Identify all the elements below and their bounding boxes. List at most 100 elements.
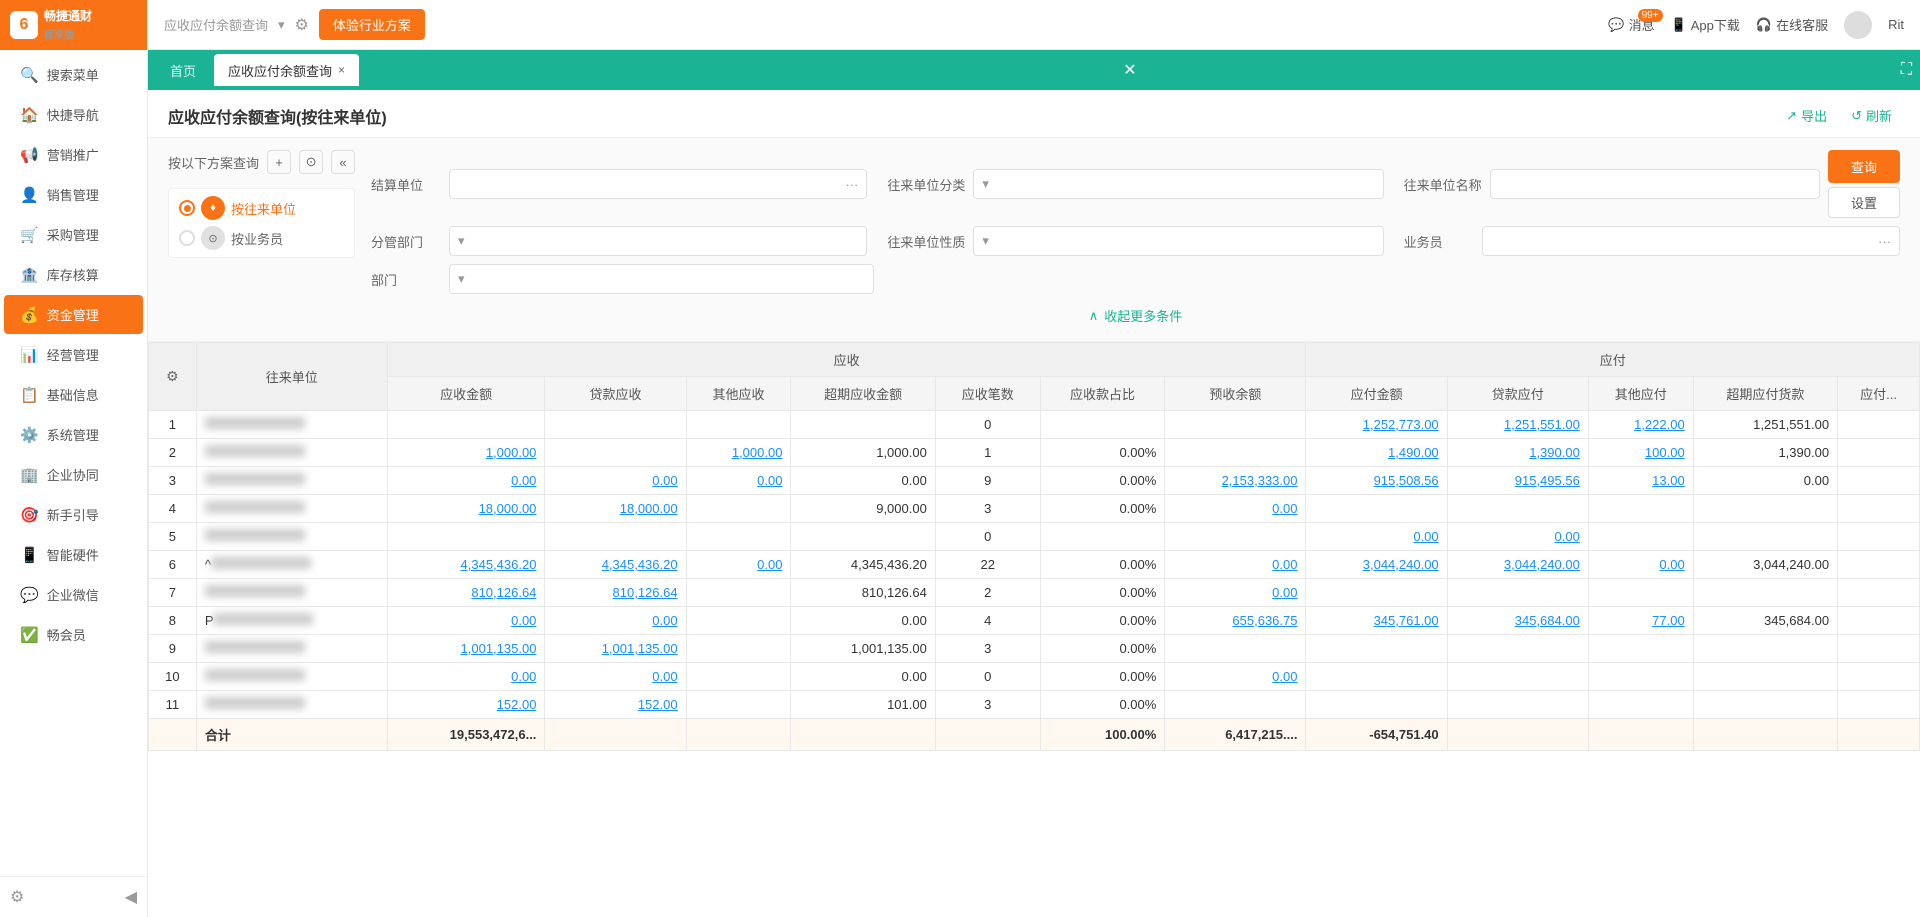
row-no-9: 10 (149, 663, 197, 691)
method-icon-staff: ⊙ (201, 226, 225, 250)
header-dropdown-icon[interactable]: ▾ (278, 17, 285, 33)
app-download-button[interactable]: 📱 App下载 (1671, 15, 1740, 34)
row-ap-extra-0 (1838, 411, 1920, 439)
row-ar-amount-3: 18,000.00 (387, 495, 545, 523)
table-row: 8 P 0.00 0.00 0.00 4 0.00% 655,636.75 34… (149, 607, 1920, 635)
sidebar-item-purchase[interactable]: 🛒采购管理 (4, 215, 143, 254)
field-settlement-unit: 结算单位 ··· (371, 150, 867, 218)
row-ap-overdue-5: 3,044,240.00 (1693, 551, 1837, 579)
field-input-unitname[interactable] (1490, 169, 1820, 199)
filter-by-staff[interactable]: ⊙ 按业务员 (179, 223, 344, 253)
service-button[interactable]: 🎧 在线客服 (1756, 15, 1828, 34)
row-advance-10 (1165, 691, 1306, 719)
row-ap-extra-6 (1838, 579, 1920, 607)
row-ap-other-7: 77.00 (1588, 607, 1693, 635)
filter-by-unit[interactable]: ♦ 按往来单位 (179, 193, 344, 223)
sidebar-label-guide: 新手引导 (47, 505, 99, 524)
sidebar-item-system[interactable]: ⚙️系统管理 (4, 415, 143, 454)
row-ap-loan-3 (1447, 495, 1588, 523)
row-ap-loan-6 (1447, 579, 1588, 607)
refresh-button[interactable]: ↺ 刷新 (1843, 102, 1900, 129)
user-avatar[interactable] (1844, 11, 1872, 39)
sidebar-item-member[interactable]: ✅畅会员 (4, 615, 143, 654)
field-input-category[interactable]: ▾ (973, 169, 1383, 199)
row-unit-8 (196, 635, 387, 663)
row-ap-amount-4: 0.00 (1306, 523, 1447, 551)
app-name: 畅捷通财 (44, 9, 92, 25)
row-ar-overdue-8: 1,001,135.00 (791, 635, 935, 663)
filter-collapse-icon[interactable]: « (331, 150, 355, 174)
query-button[interactable]: 查询 (1828, 150, 1900, 183)
promo-button[interactable]: 体验行业方案 (319, 9, 425, 40)
field-dept-manager: 分管部门 ▾ (371, 226, 867, 256)
field-input-salesman[interactable]: ··· (1482, 226, 1900, 256)
sidebar-item-search-menu[interactable]: 🔍搜索菜单 (4, 55, 143, 94)
row-ap-overdue-2: 0.00 (1693, 467, 1837, 495)
tab-bar-close-icon[interactable]: ✕ (1123, 60, 1136, 80)
sidebar-item-basic-info[interactable]: 📋基础信息 (4, 375, 143, 414)
tab-ar-query-label: 应收应付余额查询 (228, 61, 332, 80)
tab-home[interactable]: 首页 (156, 54, 210, 86)
sidebar-icon-member: ✅ (20, 626, 39, 644)
row-ap-extra-4 (1838, 523, 1920, 551)
sidebar-item-guide[interactable]: 🎯新手引导 (4, 495, 143, 534)
col-ap-extra: 应付... (1838, 377, 1920, 411)
table-row: 3 0.00 0.00 0.00 0.00 9 0.00% 2,153,333.… (149, 467, 1920, 495)
tab-close-icon[interactable]: × (338, 63, 345, 77)
row-ap-loan-10 (1447, 691, 1588, 719)
sidebar-item-marketing[interactable]: 📢营销推广 (4, 135, 143, 174)
row-ap-overdue-10 (1693, 691, 1837, 719)
header-gear-icon[interactable]: ⚙ (295, 15, 309, 35)
filter-row-3: 部门 ▾ (371, 264, 1900, 294)
row-ar-pct-5: 0.00% (1040, 551, 1165, 579)
field-label-category: 往来单位分类 (887, 175, 965, 194)
table-row: 10 0.00 0.00 0.00 0 0.00% 0.00 (149, 663, 1920, 691)
row-ar-loan-6: 810,126.64 (545, 579, 686, 607)
export-button[interactable]: ↗ 导出 (1778, 102, 1835, 129)
tab-fullscreen-icon[interactable]: ⛶ (1901, 61, 1912, 79)
top-header: 应收应付余额查询 ▾ ⚙ 体验行业方案 💬 消息 99+ 📱 App下载 🎧 在… (148, 0, 1920, 50)
row-ar-amount-10: 152.00 (387, 691, 545, 719)
field-dropdown-dept: ▾ (458, 233, 465, 249)
field-input-nature[interactable]: ▾ (973, 226, 1383, 256)
sidebar-item-hardware[interactable]: 📱智能硬件 (4, 535, 143, 574)
row-no-3: 4 (149, 495, 197, 523)
row-ar-amount-2: 0.00 (387, 467, 545, 495)
table-area: ⚙ 往来单位 应收 应付 应收金额 贷款应收 其他应收 超期应收金额 应收笔数 … (148, 342, 1920, 917)
field-input-dept[interactable]: ▾ (449, 226, 867, 256)
sidebar-item-finance[interactable]: 💰资金管理 (4, 295, 143, 334)
filter-settings-icon[interactable]: ⊙ (299, 150, 323, 174)
sidebar-item-inventory[interactable]: 🏦库存核算 (4, 255, 143, 294)
col-payable-header: 应付 (1306, 343, 1920, 377)
field-label-department: 部门 (371, 270, 441, 289)
row-ap-overdue-6 (1693, 579, 1837, 607)
field-dots-salesman: ··· (1878, 234, 1891, 249)
tab-ar-query[interactable]: 应收应付余额查询 × (214, 54, 359, 86)
row-ap-other-2: 13.00 (1588, 467, 1693, 495)
sidebar-item-quick-nav[interactable]: 🏠快捷导航 (4, 95, 143, 134)
radio-by-staff (179, 230, 195, 246)
row-unit-2 (196, 467, 387, 495)
filter-label: 按以下方案查询 (168, 153, 259, 172)
row-ar-other-4 (686, 523, 791, 551)
row-no-6: 7 (149, 579, 197, 607)
message-button[interactable]: 💬 消息 99+ (1608, 15, 1654, 34)
row-ar-pct-3: 0.00% (1040, 495, 1165, 523)
sidebar-item-wechat[interactable]: 💬企业微信 (4, 575, 143, 614)
sidebar-item-sales[interactable]: 👤销售管理 (4, 175, 143, 214)
row-unit-4 (196, 523, 387, 551)
collapse-bar[interactable]: ∧ 收起更多条件 (371, 302, 1900, 329)
row-no-10: 11 (149, 691, 197, 719)
settings-button[interactable]: 设置 (1828, 187, 1900, 218)
filter-add-icon[interactable]: + (267, 150, 291, 174)
field-unit-category: 往来单位分类 ▾ (887, 150, 1383, 218)
service-icon: 🎧 (1756, 17, 1772, 33)
field-input-department[interactable]: ▾ (449, 264, 874, 294)
field-input-settlement[interactable]: ··· (449, 169, 867, 199)
col-settings-header[interactable]: ⚙ (149, 343, 197, 411)
row-advance-9: 0.00 (1165, 663, 1306, 691)
sidebar-item-operations[interactable]: 📊经营管理 (4, 335, 143, 374)
sidebar-item-enterprise[interactable]: 🏢企业协同 (4, 455, 143, 494)
sidebar-settings-icon[interactable]: ⚙ (10, 887, 24, 907)
sidebar-collapse-icon[interactable]: ◀ (125, 887, 137, 907)
